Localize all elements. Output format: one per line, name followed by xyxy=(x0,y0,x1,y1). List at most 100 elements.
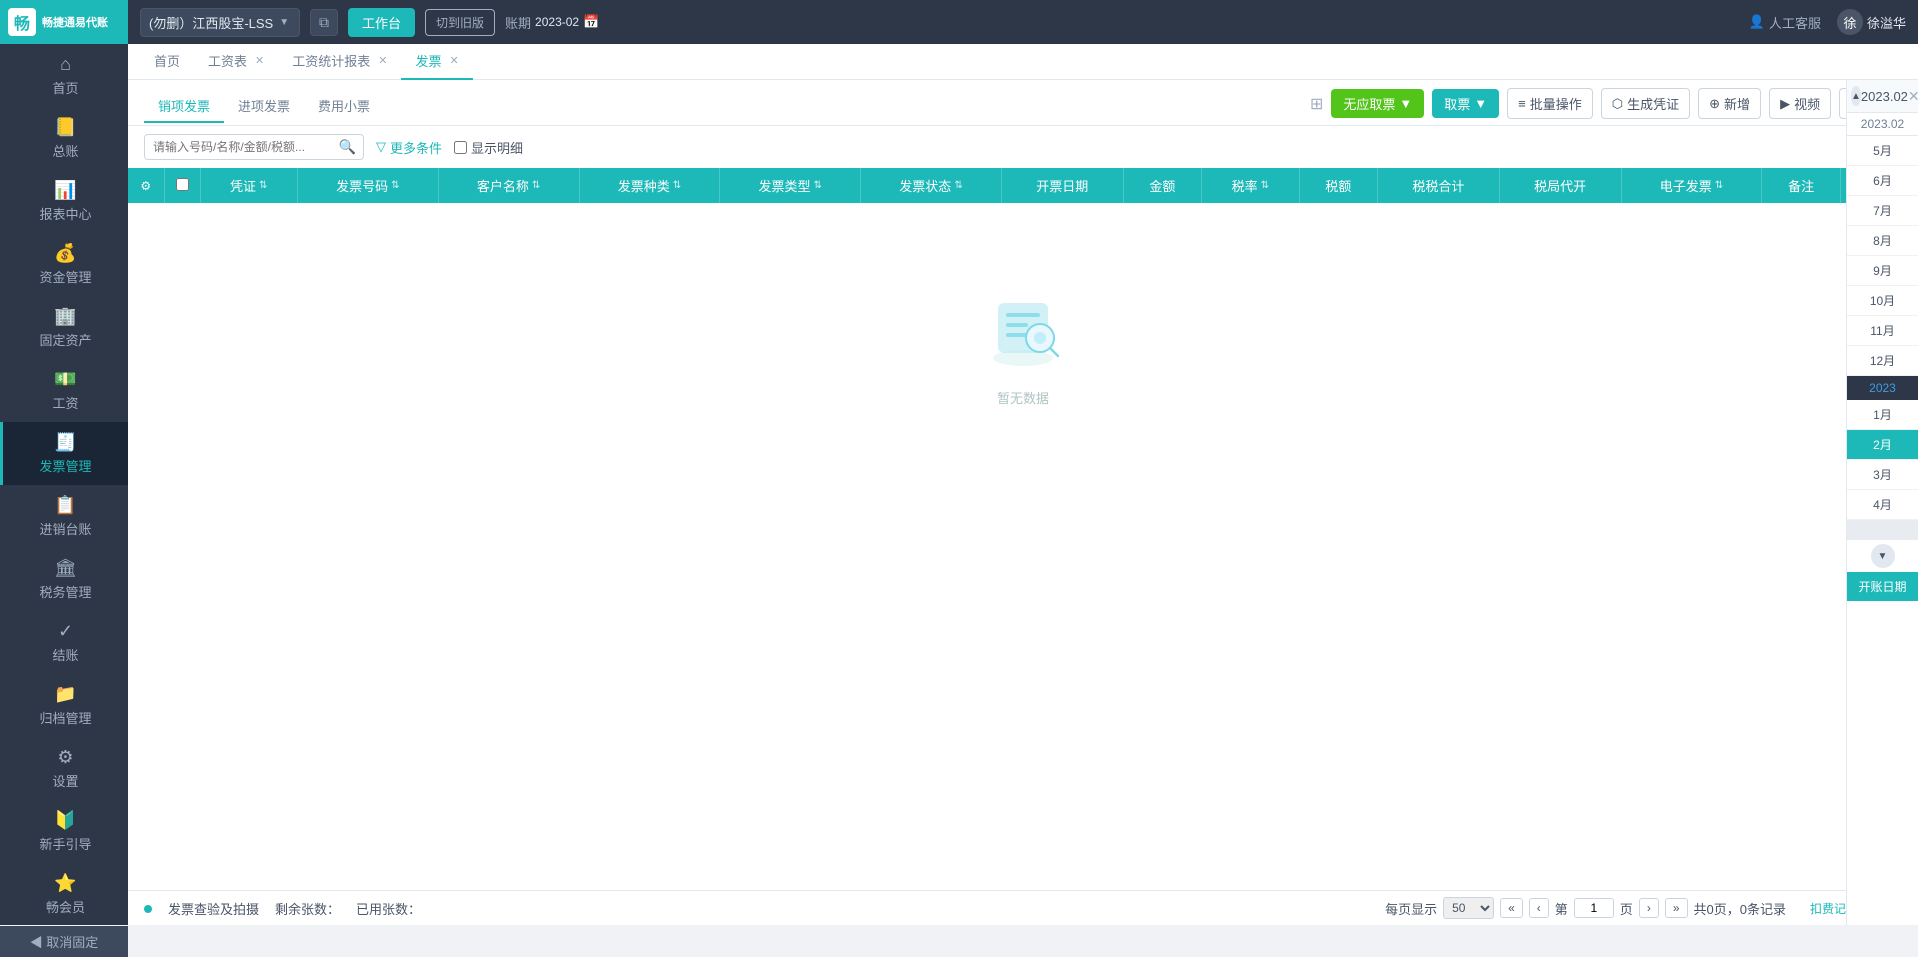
sidebar-item-general-ledger[interactable]: 📒 总账 xyxy=(0,107,128,170)
date-panel-close[interactable]: ✕ xyxy=(1908,88,1918,105)
invoice-table: ⚙ 凭证⇅ 发票号码⇅ 客户名称⇅ 发票种类⇅ 发票类型⇅ 发票状态⇅ 开票日期… xyxy=(128,168,1918,203)
checkout-icon: ✓ xyxy=(58,621,73,642)
video-btn[interactable]: ▶ 视频 xyxy=(1769,88,1831,119)
col-customer-name[interactable]: 客户名称⇅ xyxy=(438,168,579,203)
sidebar-label-invoice-mgmt: 发票管理 xyxy=(39,456,91,475)
sub-tab-expense-receipt[interactable]: 费用小票 xyxy=(304,90,384,123)
col-voucher[interactable]: 凭证⇅ xyxy=(200,168,297,203)
date-month-10[interactable]: 10月 xyxy=(1847,286,1918,316)
col-invoice-no[interactable]: 发票号码⇅ xyxy=(297,168,438,203)
batch-ops-btn[interactable]: ≡ 批量操作 xyxy=(1507,88,1593,119)
sidebar-label-archive: 归档管理 xyxy=(39,708,91,727)
sidebar-item-newbie[interactable]: 🔰 新手引导 xyxy=(0,800,128,863)
sidebar-item-sales-ledger[interactable]: 📋 进销台账 xyxy=(0,485,128,548)
date-month-8[interactable]: 8月 xyxy=(1847,226,1918,256)
sidebar-item-home[interactable]: ⌂ 首页 xyxy=(0,44,128,107)
last-page-btn[interactable]: » xyxy=(1665,898,1688,918)
tab-payroll-stats-label: 工资统计报表 xyxy=(292,51,370,70)
date-nav-down[interactable]: ▼ xyxy=(1871,544,1895,568)
col-settings[interactable]: ⚙ xyxy=(128,168,164,203)
sidebar-item-settings[interactable]: ⚙ 设置 xyxy=(0,737,128,800)
company-chevron-icon: ▼ xyxy=(279,17,289,28)
prev-page-btn[interactable]: ‹ xyxy=(1529,898,1549,918)
take-btn[interactable]: 取票 ▼ xyxy=(1432,89,1499,118)
no-deduction-btn[interactable]: 无应取票 ▼ xyxy=(1331,89,1424,118)
tab-invoice-close[interactable]: ✕ xyxy=(450,54,459,67)
tab-payroll-close[interactable]: ✕ xyxy=(255,54,264,67)
reports-icon: 📊 xyxy=(54,180,76,201)
sidebar-item-archive[interactable]: 📁 归档管理 xyxy=(0,674,128,737)
sidebar-label-funds: 资金管理 xyxy=(39,267,91,286)
sidebar-item-tax-mgmt[interactable]: 🏛 税务管理 xyxy=(0,548,128,611)
sidebar-item-payroll[interactable]: 💵 工资 xyxy=(0,359,128,422)
page-input[interactable] xyxy=(1574,898,1614,918)
sub-tab-sales-invoice[interactable]: 销项发票 xyxy=(144,90,224,123)
status-bar: 发票查验及拍摄 剩余张数： 已用张数： xyxy=(144,899,421,918)
col-e-invoice[interactable]: 电子发票⇅ xyxy=(1621,168,1762,203)
sidebar-item-checkout[interactable]: ✓ 结账 xyxy=(0,611,128,674)
tab-payroll-stats-close[interactable]: ✕ xyxy=(378,54,387,67)
sub-tab-purchase-invoice[interactable]: 进项发票 xyxy=(224,90,304,123)
col-tax-code: 税局代开 xyxy=(1499,168,1621,203)
copy-company-btn[interactable]: ⧉ xyxy=(310,9,338,36)
date-month-2[interactable]: 2月 xyxy=(1847,430,1918,460)
col-invoice-status[interactable]: 发票状态⇅ xyxy=(861,168,1002,203)
sidebar-item-invoice-mgmt[interactable]: 🧾 发票管理 xyxy=(0,422,128,485)
table-header-row: ⚙ 凭证⇅ 发票号码⇅ 客户名称⇅ 发票种类⇅ 发票类型⇅ 发票状态⇅ 开票日期… xyxy=(128,168,1918,203)
sidebar-item-funds[interactable]: 💰 资金管理 xyxy=(0,233,128,296)
more-filter-btn[interactable]: ▽ 更多条件 xyxy=(376,138,442,157)
date-month-4[interactable]: 4月 xyxy=(1847,490,1918,520)
date-month-6[interactable]: 6月 xyxy=(1847,166,1918,196)
date-nav-up[interactable]: ▲ xyxy=(1851,86,1861,106)
show-detail-checkbox-wrap[interactable]: 显示明细 xyxy=(454,138,523,157)
tab-home[interactable]: 首页 xyxy=(140,43,194,80)
filter-icon: ▽ xyxy=(376,139,386,155)
tab-payroll-label: 工资表 xyxy=(208,51,247,70)
col-invoice-category[interactable]: 发票类型⇅ xyxy=(720,168,861,203)
user-profile-btn[interactable]: 徐 徐溢华 xyxy=(1837,9,1906,35)
next-page-btn[interactable]: › xyxy=(1639,898,1659,918)
workspace-button[interactable]: 工作台 xyxy=(348,8,415,37)
company-selector[interactable]: (勿删）江西股宝-LSS ▼ xyxy=(140,8,300,37)
show-detail-checkbox[interactable] xyxy=(454,141,467,154)
col-checkbox[interactable] xyxy=(164,168,200,203)
table-settings-icon[interactable]: ⊞ xyxy=(1310,94,1323,114)
date-month-7[interactable]: 7月 xyxy=(1847,196,1918,226)
empty-state: 暂无数据 xyxy=(128,203,1918,487)
tab-invoice-label: 发票 xyxy=(415,51,441,70)
date-month-12[interactable]: 12月 xyxy=(1847,346,1918,376)
old-version-button[interactable]: 切到旧版 xyxy=(425,9,495,36)
col-tax-rate[interactable]: 税率⇅ xyxy=(1202,168,1299,203)
date-month-9[interactable]: 9月 xyxy=(1847,256,1918,286)
generate-voucher-btn[interactable]: ⬡ 生成凭证 xyxy=(1601,88,1690,119)
date-panel-spacer xyxy=(1847,520,1918,540)
date-panel-title: 2023.02 xyxy=(1861,89,1908,104)
date-month-5[interactable]: 5月 xyxy=(1847,136,1918,166)
sort-tax-rate-icon: ⇅ xyxy=(1261,180,1269,191)
sidebar-label-payroll: 工资 xyxy=(52,393,78,412)
first-page-btn[interactable]: « xyxy=(1500,898,1523,918)
tab-payroll-stats[interactable]: 工资统计报表 ✕ xyxy=(278,43,401,80)
tab-payroll-table[interactable]: 工资表 ✕ xyxy=(194,43,278,80)
sidebar-item-member[interactable]: ⭐ 畅会员 xyxy=(0,863,128,926)
select-all-checkbox[interactable] xyxy=(176,178,189,191)
per-page-select[interactable]: 50 20 100 xyxy=(1443,897,1494,919)
col-invoice-type[interactable]: 发票种类⇅ xyxy=(579,168,720,203)
avatar-initial: 徐 xyxy=(1843,13,1856,32)
open-period-btn[interactable]: 开账日期 xyxy=(1847,572,1918,601)
tab-bar: 首页 工资表 ✕ 工资统计报表 ✕ 发票 ✕ xyxy=(128,44,1918,80)
date-month-1[interactable]: 1月 xyxy=(1847,400,1918,430)
sidebar-item-fixed-assets[interactable]: 🏢 固定资产 xyxy=(0,296,128,359)
sidebar-collapse-btn[interactable]: ◀ 取消固定 xyxy=(0,926,128,957)
new-btn[interactable]: ⊕ 新增 xyxy=(1698,88,1761,119)
period-icon[interactable]: 📅 xyxy=(583,14,599,30)
batch-ops-icon: ≡ xyxy=(1518,96,1526,111)
date-month-11[interactable]: 11月 xyxy=(1847,316,1918,346)
customer-service-btn[interactable]: 👤 人工客服 xyxy=(1749,13,1821,32)
new-icon: ⊕ xyxy=(1709,96,1720,112)
date-month-3[interactable]: 3月 xyxy=(1847,460,1918,490)
tab-invoice[interactable]: 发票 ✕ xyxy=(401,43,472,80)
sidebar-label-newbie: 新手引导 xyxy=(39,834,91,853)
search-input[interactable] xyxy=(144,134,364,160)
sidebar-item-reports[interactable]: 📊 报表中心 xyxy=(0,170,128,233)
